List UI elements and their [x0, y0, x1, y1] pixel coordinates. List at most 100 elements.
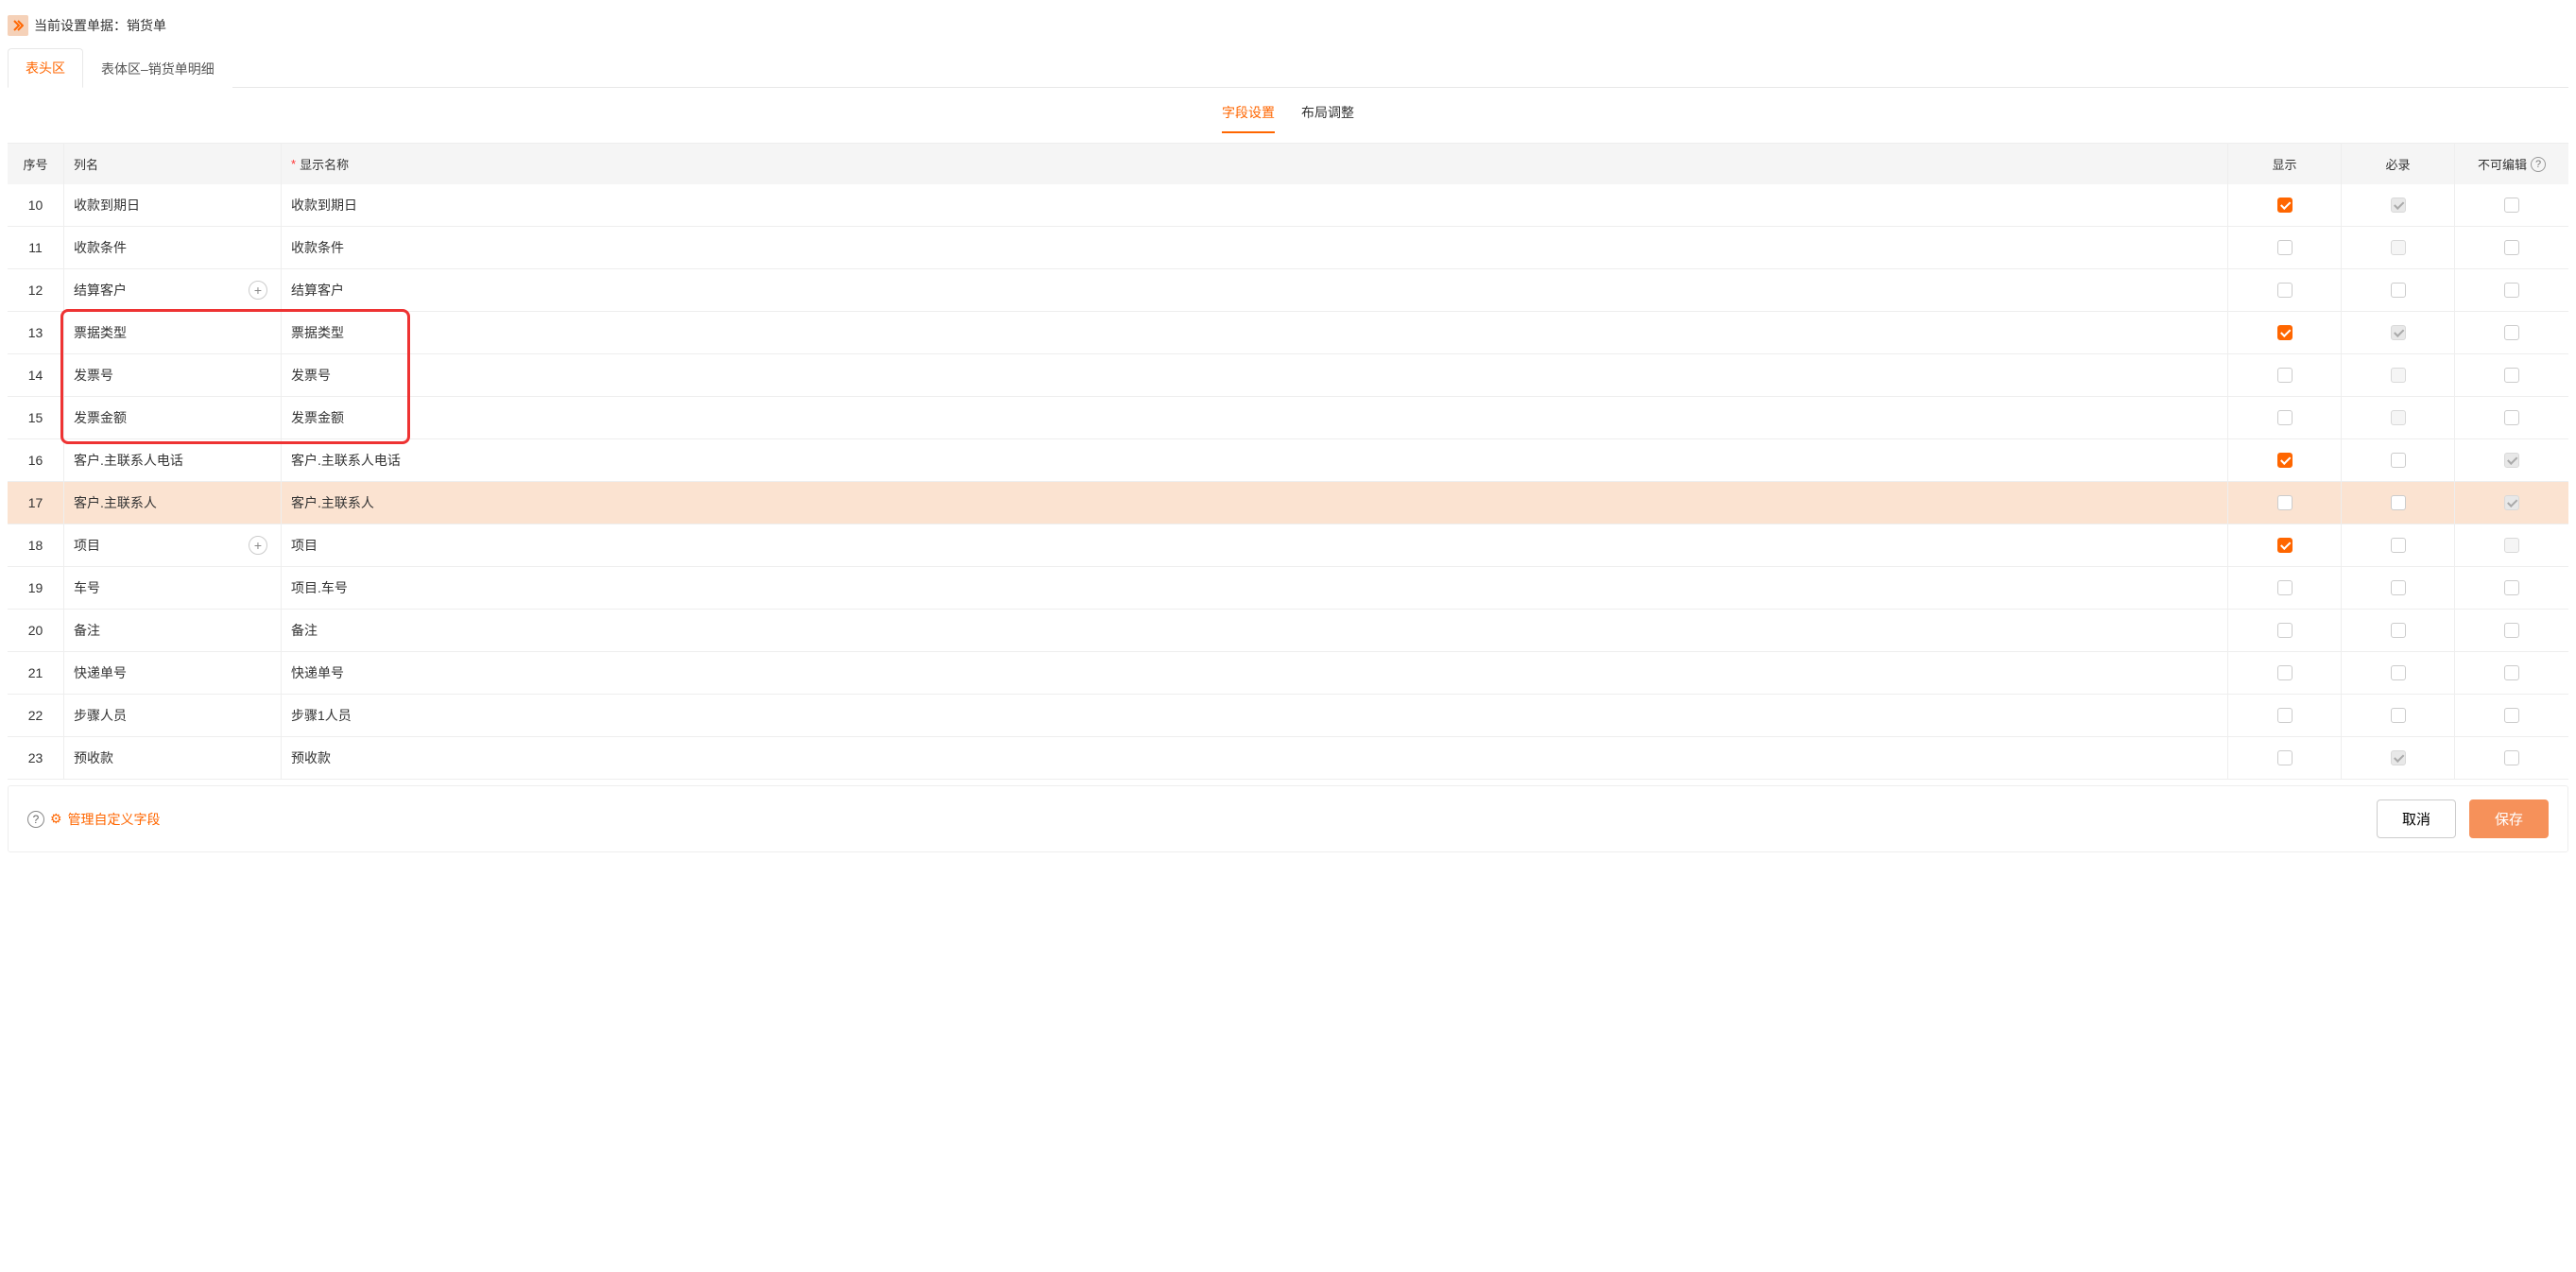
field-name-label: 客户.主联系人电话 [74, 451, 183, 470]
readonly-checkbox[interactable] [2504, 708, 2519, 723]
cell-name: 收款条件 [64, 227, 282, 268]
cell-show [2228, 482, 2342, 524]
required-checkbox[interactable] [2391, 453, 2406, 468]
field-name-label: 客户.主联系人 [74, 493, 157, 512]
area-tab[interactable]: 表头区 [8, 48, 83, 88]
cell-name: 发票号 [64, 354, 282, 396]
required-checkbox[interactable] [2391, 580, 2406, 595]
cell-display-name[interactable]: 发票号 [282, 354, 2228, 396]
question-icon[interactable]: ? [27, 811, 44, 828]
table-row[interactable]: 11收款条件收款条件 [8, 227, 2568, 269]
cell-show [2228, 439, 2342, 481]
table-row[interactable]: 22步骤人员步骤1人员 [8, 695, 2568, 737]
readonly-checkbox[interactable] [2504, 410, 2519, 425]
add-child-button[interactable]: + [249, 281, 267, 300]
cell-display-name[interactable]: 快递单号 [282, 652, 2228, 694]
footer-right: 取消 保存 [2377, 799, 2549, 838]
required-checkbox[interactable] [2391, 665, 2406, 680]
manage-custom-fields-link[interactable]: 管理自定义字段 [68, 810, 161, 829]
show-checkbox[interactable] [2277, 410, 2293, 425]
table-row[interactable]: 23预收款预收款 [8, 737, 2568, 780]
cell-display-name[interactable]: 步骤1人员 [282, 695, 2228, 736]
help-icon[interactable]: ? [2531, 157, 2546, 172]
col-header-name: 列名 [64, 144, 282, 184]
cell-display-name[interactable]: 收款到期日 [282, 184, 2228, 226]
table-row[interactable]: 15发票金额发票金额 [8, 397, 2568, 439]
show-checkbox[interactable] [2277, 283, 2293, 298]
required-checkbox[interactable] [2391, 283, 2406, 298]
show-checkbox[interactable] [2277, 750, 2293, 765]
cell-name: 票据类型 [64, 312, 282, 353]
readonly-checkbox[interactable] [2504, 750, 2519, 765]
cell-required [2342, 695, 2455, 736]
collapse-icon[interactable] [8, 15, 28, 36]
area-tab[interactable]: 表体区–销货单明细 [83, 49, 232, 88]
table-row[interactable]: 19车号项目.车号 [8, 567, 2568, 610]
table-row[interactable]: 20备注备注 [8, 610, 2568, 652]
cell-display-name[interactable]: 票据类型 [282, 312, 2228, 353]
table-row[interactable]: 17客户.主联系人客户.主联系人 [8, 482, 2568, 524]
readonly-checkbox[interactable] [2504, 368, 2519, 383]
col-header-required: 必录 [2342, 144, 2455, 184]
show-checkbox[interactable] [2277, 368, 2293, 383]
show-checkbox[interactable] [2277, 325, 2293, 340]
cell-display-name[interactable]: 预收款 [282, 737, 2228, 779]
cell-display-name[interactable]: 收款条件 [282, 227, 2228, 268]
cell-display-name[interactable]: 项目 [282, 524, 2228, 566]
show-checkbox[interactable] [2277, 708, 2293, 723]
show-checkbox[interactable] [2277, 623, 2293, 638]
cell-display-name[interactable]: 结算客户 [282, 269, 2228, 311]
field-name-label: 结算客户 [74, 281, 127, 300]
cell-name: 快递单号 [64, 652, 282, 694]
cell-required [2342, 524, 2455, 566]
show-checkbox[interactable] [2277, 198, 2293, 213]
required-checkbox[interactable] [2391, 538, 2406, 553]
table-row[interactable]: 12结算客户+结算客户 [8, 269, 2568, 312]
show-checkbox[interactable] [2277, 495, 2293, 510]
cell-display-name[interactable]: 备注 [282, 610, 2228, 651]
required-checkbox [2391, 410, 2406, 425]
cell-display-name[interactable]: 客户.主联系人 [282, 482, 2228, 524]
field-name-label: 发票金额 [74, 408, 127, 427]
field-name-label: 收款条件 [74, 238, 127, 257]
col-header-readonly-label: 不可编辑 [2478, 155, 2527, 173]
cell-display-name[interactable]: 发票金额 [282, 397, 2228, 438]
cell-required [2342, 737, 2455, 779]
mode-tab[interactable]: 布局调整 [1301, 103, 1354, 133]
cell-display-name[interactable]: 项目.车号 [282, 567, 2228, 609]
table-row[interactable]: 18项目+项目 [8, 524, 2568, 567]
cell-name: 项目+ [64, 524, 282, 566]
mode-tab[interactable]: 字段设置 [1222, 103, 1275, 133]
table-row[interactable]: 16客户.主联系人电话客户.主联系人电话 [8, 439, 2568, 482]
show-checkbox[interactable] [2277, 580, 2293, 595]
col-header-display: *显示名称 [282, 144, 2228, 184]
add-child-button[interactable]: + [249, 536, 267, 555]
show-checkbox[interactable] [2277, 240, 2293, 255]
readonly-checkbox[interactable] [2504, 580, 2519, 595]
table-row[interactable]: 14发票号发票号 [8, 354, 2568, 397]
header-bar: 当前设置单据：销货单 [8, 8, 2568, 47]
table-row[interactable]: 13票据类型票据类型 [8, 312, 2568, 354]
required-checkbox[interactable] [2391, 623, 2406, 638]
table-row[interactable]: 21快递单号快递单号 [8, 652, 2568, 695]
cell-required [2342, 184, 2455, 226]
required-checkbox[interactable] [2391, 495, 2406, 510]
save-button[interactable]: 保存 [2469, 799, 2549, 838]
readonly-checkbox[interactable] [2504, 198, 2519, 213]
table-row[interactable]: 10收款到期日收款到期日 [8, 184, 2568, 227]
cancel-button[interactable]: 取消 [2377, 799, 2456, 838]
readonly-checkbox [2504, 538, 2519, 553]
required-checkbox[interactable] [2391, 708, 2406, 723]
readonly-checkbox[interactable] [2504, 325, 2519, 340]
show-checkbox[interactable] [2277, 453, 2293, 468]
readonly-checkbox[interactable] [2504, 665, 2519, 680]
show-checkbox[interactable] [2277, 665, 2293, 680]
show-checkbox[interactable] [2277, 538, 2293, 553]
readonly-checkbox[interactable] [2504, 623, 2519, 638]
cell-required [2342, 397, 2455, 438]
field-name-label: 车号 [74, 578, 100, 597]
readonly-checkbox[interactable] [2504, 283, 2519, 298]
cell-show [2228, 227, 2342, 268]
readonly-checkbox[interactable] [2504, 240, 2519, 255]
cell-display-name[interactable]: 客户.主联系人电话 [282, 439, 2228, 481]
